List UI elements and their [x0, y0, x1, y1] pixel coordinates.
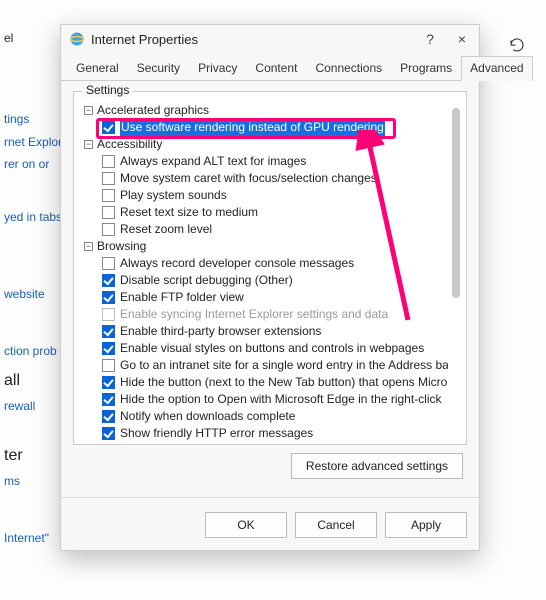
setting-label: Hide the option to Open with Microsoft E… [120, 391, 442, 408]
bg-link[interactable]: Internet" [4, 530, 60, 547]
setting-label: Enable syncing Internet Explorer setting… [120, 306, 388, 323]
checkbox[interactable] [102, 291, 115, 304]
dialog-title: Internet Properties [91, 32, 421, 47]
checkbox [102, 308, 115, 321]
setting-label: Always expand ALT text for images [120, 153, 306, 170]
setting-item[interactable]: Reset text size to medium [88, 204, 448, 221]
expand-icon[interactable]: − [84, 106, 93, 115]
setting-label: Reset zoom level [120, 221, 212, 238]
setting-item[interactable]: Reset zoom level [88, 221, 448, 238]
setting-item[interactable]: Notify when downloads complete [88, 408, 448, 425]
apply-button[interactable]: Apply [385, 512, 467, 538]
checkbox[interactable] [102, 359, 115, 372]
setting-label: Reset text size to medium [120, 204, 258, 221]
category-accessibility[interactable]: −Accessibility [84, 136, 448, 153]
checkbox[interactable] [102, 121, 115, 134]
refresh-icon[interactable] [508, 36, 528, 56]
bg-link[interactable]: yed in tabs [4, 209, 60, 226]
settings-groupbox: Settings −Accelerated graphicsUse softwa… [73, 91, 467, 445]
category-label: Accelerated graphics [97, 102, 209, 119]
checkbox[interactable] [102, 223, 115, 236]
setting-item[interactable]: Enable third-party browser extensions [88, 323, 448, 340]
tab-security[interactable]: Security [128, 56, 189, 81]
category-label: Accessibility [97, 136, 162, 153]
checkbox[interactable] [102, 376, 115, 389]
setting-label: Show friendly HTTP error messages [120, 425, 313, 440]
ok-button[interactable]: OK [205, 512, 287, 538]
tab-connections[interactable]: Connections [306, 56, 391, 81]
setting-item[interactable]: Move system caret with focus/selection c… [88, 170, 448, 187]
checkbox[interactable] [102, 155, 115, 168]
tab-privacy[interactable]: Privacy [189, 56, 246, 81]
checkbox[interactable] [102, 189, 115, 202]
setting-label: Always record developer console messages [120, 255, 354, 272]
setting-item[interactable]: Enable FTP folder view [88, 289, 448, 306]
setting-item[interactable]: Hide the button (next to the New Tab but… [88, 374, 448, 391]
setting-item[interactable]: Show friendly HTTP error messages [88, 425, 448, 440]
setting-item[interactable]: Always expand ALT text for images [88, 153, 448, 170]
category-browsing[interactable]: −Browsing [84, 238, 448, 255]
tab-general[interactable]: General [67, 56, 128, 81]
checkbox[interactable] [102, 274, 115, 287]
setting-item[interactable]: Play system sounds [88, 187, 448, 204]
settings-legend: Settings [82, 83, 133, 97]
setting-label: Enable visual styles on buttons and cont… [120, 340, 424, 357]
setting-item[interactable]: Enable visual styles on buttons and cont… [88, 340, 448, 357]
checkbox[interactable] [102, 206, 115, 219]
tab-programs[interactable]: Programs [391, 56, 461, 81]
ie-icon [69, 31, 85, 47]
expand-icon[interactable]: − [84, 242, 93, 251]
restore-advanced-button[interactable]: Restore advanced settings [291, 453, 463, 479]
checkbox[interactable] [102, 172, 115, 185]
setting-label: Hide the button (next to the New Tab but… [120, 374, 447, 391]
category-label: Browsing [97, 238, 146, 255]
setting-item[interactable]: Go to an intranet site for a single word… [88, 357, 448, 374]
setting-label: Notify when downloads complete [120, 408, 295, 425]
setting-label: Move system caret with focus/selection c… [120, 170, 377, 187]
tab-content[interactable]: Content [246, 56, 306, 81]
separator [61, 497, 479, 498]
close-button[interactable]: × [453, 31, 471, 47]
background-page-fragments: el tings rnet Explor rer on or yed in ta… [0, 0, 60, 547]
scrollbar-thumb[interactable] [452, 108, 460, 298]
checkbox[interactable] [102, 410, 115, 423]
cancel-button[interactable]: Cancel [295, 512, 377, 538]
setting-label: Enable third-party browser extensions [120, 323, 321, 340]
tab-advanced[interactable]: Advanced [461, 56, 532, 81]
titlebar: Internet Properties ? × [61, 25, 479, 51]
setting-label: Use software rendering instead of GPU re… [120, 119, 385, 136]
setting-item: Enable syncing Internet Explorer setting… [88, 306, 448, 323]
setting-item[interactable]: Hide the option to Open with Microsoft E… [88, 391, 448, 408]
checkbox[interactable] [102, 257, 115, 270]
setting-label: Disable script debugging (Other) [120, 272, 293, 289]
checkbox[interactable] [102, 393, 115, 406]
category-accelerated-graphics[interactable]: −Accelerated graphics [84, 102, 448, 119]
bg-link[interactable]: tings [4, 111, 60, 128]
bg-link[interactable]: rewall [4, 398, 60, 415]
help-button[interactable]: ? [421, 31, 439, 47]
setting-item[interactable]: Disable script debugging (Other) [88, 272, 448, 289]
bg-link[interactable]: rnet Explor [4, 134, 60, 151]
internet-properties-dialog: Internet Properties ? × GeneralSecurityP… [60, 24, 480, 551]
bg-link[interactable]: ms [4, 473, 60, 490]
bg-link[interactable]: website [4, 286, 60, 303]
checkbox[interactable] [102, 325, 115, 338]
scrollbar[interactable] [452, 104, 460, 440]
setting-item[interactable]: Use software rendering instead of GPU re… [88, 119, 448, 136]
bg-link[interactable]: rer on or [4, 156, 60, 173]
tab-strip: GeneralSecurityPrivacyContentConnections… [61, 51, 479, 81]
setting-label: Play system sounds [120, 187, 227, 204]
expand-icon[interactable]: − [84, 140, 93, 149]
bg-link[interactable]: ction prob [4, 343, 60, 360]
setting-label: Enable FTP folder view [120, 289, 244, 306]
checkbox[interactable] [102, 342, 115, 355]
settings-tree[interactable]: −Accelerated graphicsUse software render… [78, 100, 448, 440]
setting-label: Go to an intranet site for a single word… [120, 357, 448, 374]
checkbox[interactable] [102, 427, 115, 440]
setting-item[interactable]: Always record developer console messages [88, 255, 448, 272]
